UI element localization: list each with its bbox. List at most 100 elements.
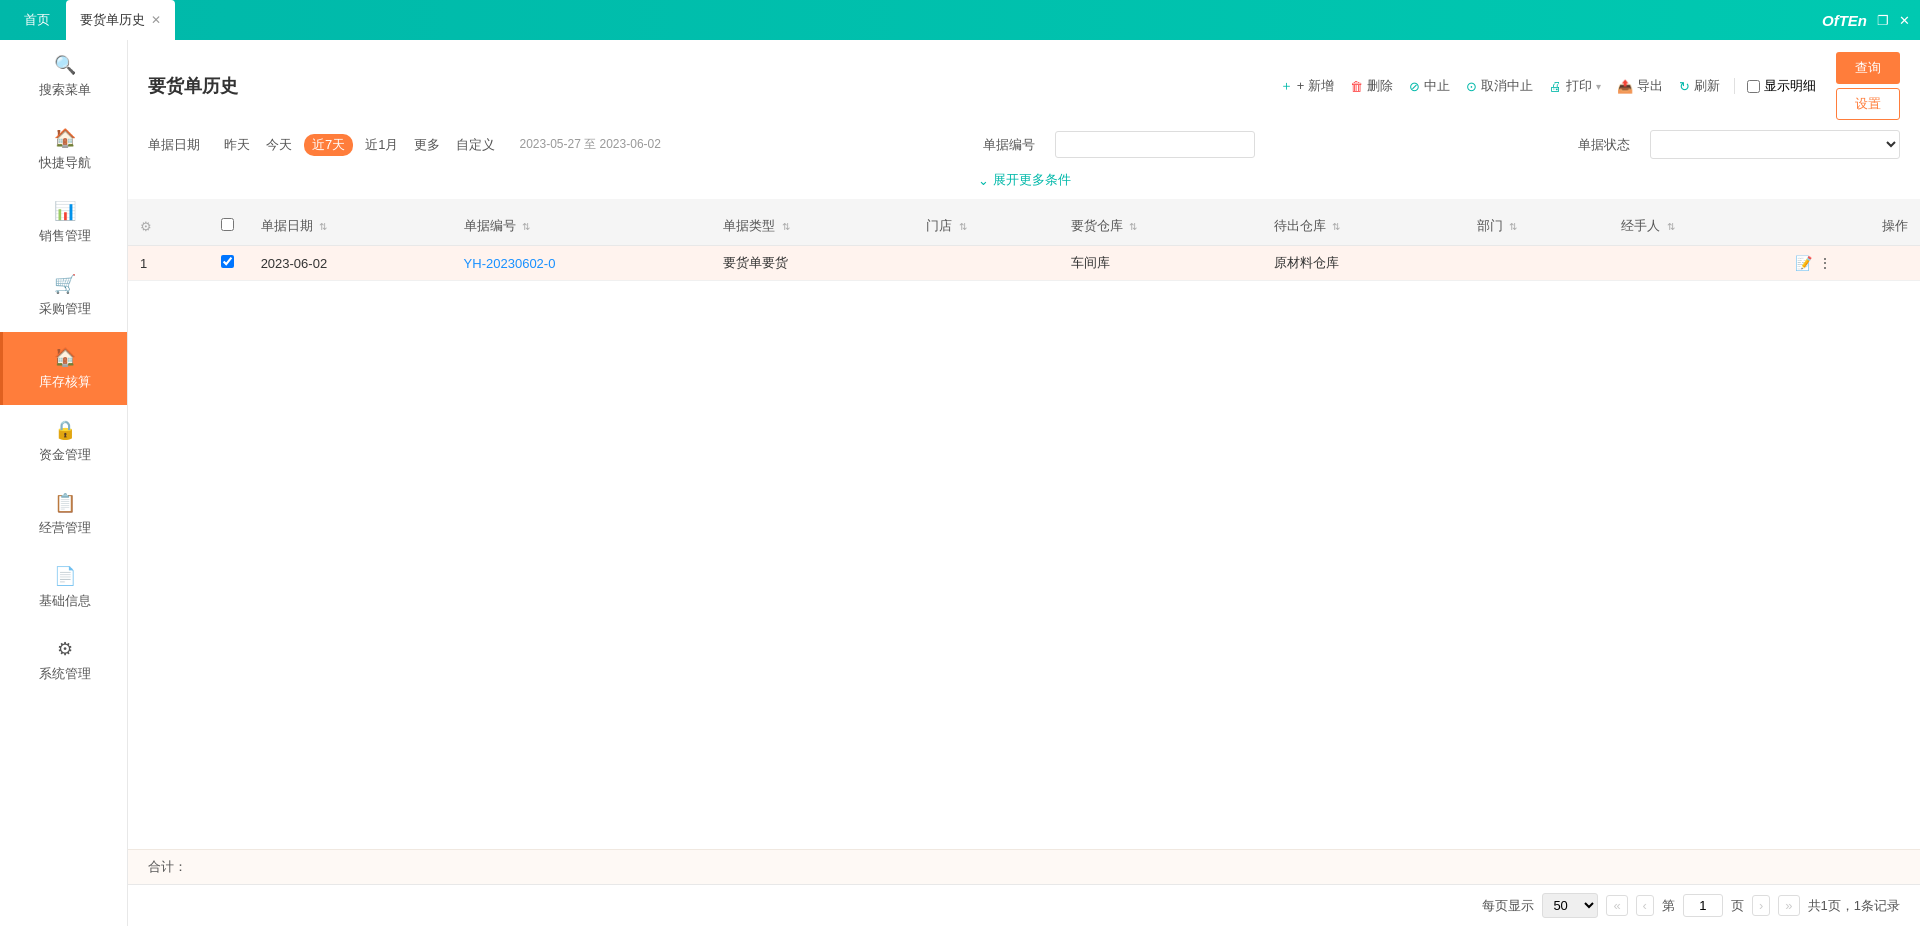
chart-icon: 📊 [54, 200, 76, 222]
sort-arrows-department: ⇅ [1509, 221, 1517, 232]
status-select[interactable] [1651, 131, 1899, 158]
tab-list: 首页 要货单历史 ✕ [10, 0, 175, 40]
th-order-no-label: 单据编号 [464, 218, 516, 233]
operations-icon: 📋 [54, 492, 76, 514]
per-page-select[interactable]: 50 10 20 100 [1542, 893, 1598, 918]
next-page-button[interactable]: › [1752, 895, 1770, 916]
sort-arrows-pending-warehouse: ⇅ [1332, 221, 1340, 232]
sort-arrows-req-warehouse: ⇅ [1129, 221, 1137, 232]
column-settings-icon[interactable]: ⚙ [140, 219, 152, 234]
cancel-stop-button[interactable]: ⊙ 取消中止 [1464, 73, 1535, 99]
tab-close-icon[interactable]: ✕ [151, 13, 161, 27]
th-req-warehouse[interactable]: 要货仓库 ⇅ [1059, 207, 1262, 246]
delete-button[interactable]: 🗑 删除 [1348, 73, 1395, 99]
cancel-stop-label: 取消中止 [1481, 77, 1533, 95]
setting-button[interactable]: 设置 [1836, 88, 1900, 120]
date-opt-custom[interactable]: 自定义 [452, 134, 499, 156]
sort-arrows-order-type: ⇅ [782, 221, 790, 232]
sidebar-item-finance-mgmt[interactable]: 🔒 资金管理 [0, 405, 127, 478]
restore-button[interactable]: ❐ [1877, 13, 1889, 28]
export-button[interactable]: 📤 导出 [1615, 73, 1665, 99]
chevron-down-icon: ⌄ [978, 173, 989, 188]
order-no-link[interactable]: YH-20230602-0 [464, 256, 556, 271]
display-detail-toggle[interactable]: 显示明细 [1747, 77, 1816, 95]
expand-more-button[interactable]: ⌄ 展开更多条件 [148, 167, 1900, 193]
tab-requisition-history[interactable]: 要货单历史 ✕ [66, 0, 175, 40]
td-department [1465, 246, 1610, 281]
delete-label: 删除 [1367, 77, 1393, 95]
th-order-no[interactable]: 单据编号 ⇅ [452, 207, 711, 246]
print-label: 打印 [1566, 77, 1592, 95]
sidebar-label-inventory: 库存核算 [39, 373, 91, 391]
th-handler[interactable]: 经手人 ⇅ [1609, 207, 1783, 246]
td-order-no: YH-20230602-0 [452, 246, 711, 281]
tab-requisition-history-label: 要货单历史 [80, 11, 145, 29]
expand-more-label: 展开更多条件 [993, 171, 1071, 189]
total-label: 合计： [148, 858, 187, 876]
status-select-container [1650, 130, 1900, 159]
th-handler-label: 经手人 [1621, 218, 1660, 233]
th-department[interactable]: 部门 ⇅ [1465, 207, 1610, 246]
print-button[interactable]: 🖨 打印 ▾ [1547, 73, 1603, 99]
sidebar-item-search-menu[interactable]: 🔍 搜索菜单 [0, 40, 127, 113]
query-button[interactable]: 查询 [1836, 52, 1900, 84]
home-icon: 🏠 [54, 127, 76, 149]
print-icon: 🖨 [1549, 79, 1562, 94]
sidebar-item-sales-mgmt[interactable]: 📊 销售管理 [0, 186, 127, 259]
select-all-checkbox[interactable] [221, 218, 234, 231]
doc-icon: 📄 [54, 565, 76, 587]
cancel-stop-icon: ⊙ [1466, 79, 1477, 94]
action-buttons: 📝 ⋮ [1795, 255, 1908, 271]
th-gear[interactable]: ⚙ [128, 207, 209, 246]
new-label: + 新增 [1297, 77, 1334, 95]
th-order-type[interactable]: 单据类型 ⇅ [711, 207, 914, 246]
date-opt-last7days[interactable]: 近7天 [304, 134, 353, 156]
th-req-warehouse-label: 要货仓库 [1071, 218, 1123, 233]
sidebar-item-inventory[interactable]: 🏠 库存核算 [0, 332, 127, 405]
th-pending-warehouse[interactable]: 待出仓库 ⇅ [1262, 207, 1465, 246]
page-number-input[interactable] [1683, 894, 1723, 917]
footer-bar: 合计： [128, 849, 1920, 884]
stop-label: 中止 [1424, 77, 1450, 95]
sidebar-item-system-mgmt[interactable]: ⚙ 系统管理 [0, 624, 127, 697]
edit-button[interactable]: 📝 [1795, 255, 1812, 271]
sidebar-item-quick-nav[interactable]: 🏠 快捷导航 [0, 113, 127, 186]
tab-home[interactable]: 首页 [10, 0, 64, 40]
date-opt-last1month[interactable]: 近1月 [361, 134, 402, 156]
date-opt-yesterday[interactable]: 昨天 [220, 134, 254, 156]
sidebar-item-basic-info[interactable]: 📄 基础信息 [0, 551, 127, 624]
tab-home-label: 首页 [24, 11, 50, 29]
page-title: 要货单历史 [148, 74, 238, 98]
filter-row-1: 单据日期 昨天 今天 近7天 近1月 更多 自定义 2023-05-27 至 2… [148, 130, 1900, 159]
toolbar-divider [1734, 78, 1735, 94]
display-detail-checkbox[interactable] [1747, 80, 1760, 93]
close-button[interactable]: ✕ [1899, 13, 1910, 28]
export-icon: 📤 [1617, 79, 1633, 94]
display-detail-label: 显示明细 [1764, 77, 1816, 95]
pagination-bar: 每页显示 50 10 20 100 « ‹ 第 页 › » 共1页，1条记录 [128, 884, 1920, 926]
th-store[interactable]: 门店 ⇅ [914, 207, 1059, 246]
sidebar-label-basic-info: 基础信息 [39, 592, 91, 610]
date-opt-more[interactable]: 更多 [410, 134, 444, 156]
toolbar: ＋ + 新增 🗑 删除 ⊘ 中止 ⊙ 取消中止 🖨 打印 [1278, 52, 1900, 120]
more-button[interactable]: ⋮ [1818, 255, 1832, 271]
refresh-button[interactable]: ↻ 刷新 [1677, 73, 1722, 99]
order-no-input[interactable] [1055, 131, 1255, 158]
last-page-button[interactable]: » [1778, 895, 1799, 916]
td-action: 📝 ⋮ [1783, 246, 1920, 281]
td-handler [1609, 246, 1783, 281]
table-header-row: ⚙ 单据日期 ⇅ 单据编号 ⇅ [128, 207, 1920, 246]
first-page-button[interactable]: « [1606, 895, 1627, 916]
sidebar-label-search-menu: 搜索菜单 [39, 81, 91, 99]
stop-button[interactable]: ⊘ 中止 [1407, 73, 1452, 99]
sidebar-item-operations-mgmt[interactable]: 📋 经营管理 [0, 478, 127, 551]
sidebar-item-purchase-mgmt[interactable]: 🛒 采购管理 [0, 259, 127, 332]
row-checkbox[interactable] [221, 255, 234, 268]
date-opt-today[interactable]: 今天 [262, 134, 296, 156]
th-date[interactable]: 单据日期 ⇅ [249, 207, 452, 246]
td-req-warehouse: 车间库 [1059, 246, 1262, 281]
new-button[interactable]: ＋ + 新增 [1278, 73, 1336, 99]
prev-page-button[interactable]: ‹ [1636, 895, 1654, 916]
date-range-display: 2023-05-27 至 2023-06-02 [519, 136, 660, 153]
stop-icon: ⊘ [1409, 79, 1420, 94]
